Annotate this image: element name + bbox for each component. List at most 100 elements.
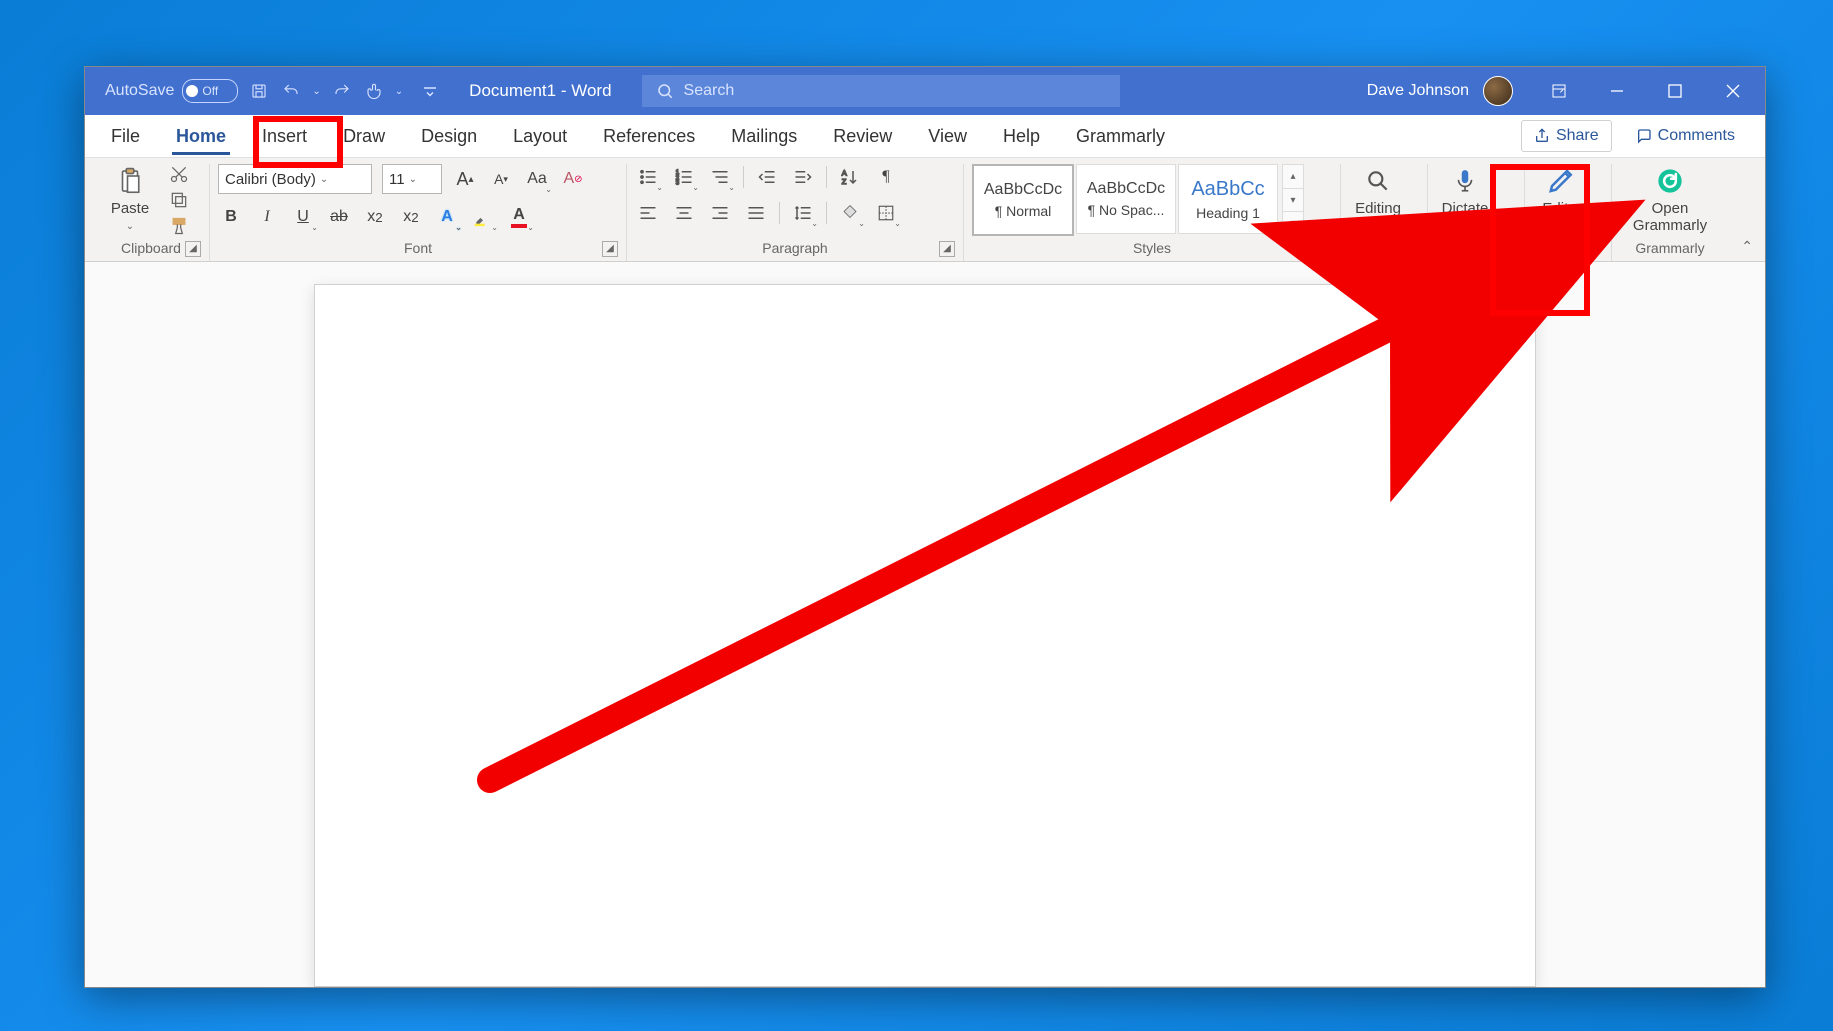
tab-draw[interactable]: Draw <box>325 115 403 157</box>
save-icon[interactable] <box>248 80 270 102</box>
tab-review[interactable]: Review <box>815 115 910 157</box>
clipboard-group-label: Clipboard <box>121 240 181 256</box>
text-effects-icon[interactable]: A⌄ <box>434 204 460 230</box>
avatar[interactable] <box>1483 76 1513 106</box>
justify-icon[interactable] <box>743 200 769 226</box>
tab-insert[interactable]: Insert <box>244 115 325 157</box>
sort-icon[interactable]: AZ <box>837 164 863 190</box>
editor-icon <box>1547 166 1577 196</box>
change-case-icon[interactable]: Aa⌄ <box>524 166 550 192</box>
search-placeholder: Search <box>684 82 735 100</box>
autosave-label: AutoSave <box>105 82 174 100</box>
highlight-icon[interactable]: ⌄ <box>470 204 496 230</box>
style-no-spacing[interactable]: AaBbCcDc¶ No Spac... <box>1076 164 1176 234</box>
svg-text:3: 3 <box>676 181 680 187</box>
bullets-icon[interactable]: ⌄ <box>635 164 661 190</box>
tab-help[interactable]: Help <box>985 115 1058 157</box>
undo-icon[interactable] <box>280 80 302 102</box>
document-area[interactable] <box>85 262 1765 988</box>
collapse-ribbon-icon[interactable]: ⌃ <box>1741 238 1753 255</box>
qat-customize-icon[interactable] <box>419 80 441 102</box>
tab-mailings[interactable]: Mailings <box>713 115 815 157</box>
close-button[interactable] <box>1709 67 1757 115</box>
copy-icon[interactable] <box>169 190 189 210</box>
minimize-button[interactable] <box>1593 67 1641 115</box>
styles-group-label: Styles <box>1133 240 1171 256</box>
editing-button[interactable]: Editing ⌄ <box>1349 164 1407 234</box>
italic-button[interactable]: I <box>254 204 280 230</box>
font-color-icon[interactable]: A⌄ <box>506 204 532 230</box>
format-painter-icon[interactable] <box>169 216 189 236</box>
cut-icon[interactable] <box>169 164 189 184</box>
increase-indent-icon[interactable] <box>790 164 816 190</box>
font-size-select[interactable]: 11⌄ <box>382 164 442 194</box>
show-paragraph-marks-icon[interactable]: ¶ <box>873 164 899 190</box>
grow-font-icon[interactable]: A▴ <box>452 166 478 192</box>
desktop-background: AutoSave Off ⌄ ⌄ Document1 - W <box>0 0 1833 1031</box>
shrink-font-icon[interactable]: A▾ <box>488 166 514 192</box>
grammarly-icon <box>1656 166 1684 196</box>
align-right-icon[interactable] <box>707 200 733 226</box>
align-left-icon[interactable] <box>635 200 661 226</box>
font-family-select[interactable]: Calibri (Body)⌄ <box>218 164 372 194</box>
subscript-button[interactable]: x2 <box>362 204 388 230</box>
search-box[interactable]: Search <box>642 75 1120 107</box>
shading-icon[interactable]: ⌄ <box>837 200 863 226</box>
ribbon-tabs: File Home Insert Draw Design Layout Refe… <box>85 115 1765 158</box>
tab-view[interactable]: View <box>910 115 985 157</box>
tab-layout[interactable]: Layout <box>495 115 585 157</box>
touch-mode-dropdown-icon[interactable]: ⌄ <box>395 86 403 97</box>
bold-button[interactable]: B <box>218 204 244 230</box>
decrease-indent-icon[interactable] <box>754 164 780 190</box>
editor-button[interactable]: Editor <box>1533 164 1591 219</box>
share-button[interactable]: Share <box>1521 120 1612 152</box>
numbering-icon[interactable]: 123⌄ <box>671 164 697 190</box>
paragraph-dialog-launcher[interactable]: ◢ <box>939 241 955 257</box>
borders-icon[interactable]: ⌄ <box>873 200 899 226</box>
open-grammarly-button[interactable]: Open Grammarly <box>1620 164 1720 237</box>
underline-button[interactable]: U⌄ <box>290 204 316 230</box>
comments-button[interactable]: Comments <box>1624 121 1747 151</box>
tab-references[interactable]: References <box>585 115 713 157</box>
line-spacing-icon[interactable]: ⌄ <box>790 200 816 226</box>
style-heading-1[interactable]: AaBbCcHeading 1 <box>1178 164 1278 234</box>
touch-mode-icon[interactable] <box>363 80 385 102</box>
paragraph-group-label: Paragraph <box>762 240 827 256</box>
editor-group-label: Editor <box>1550 240 1587 256</box>
tab-home[interactable]: Home <box>158 115 244 157</box>
autosave-toggle[interactable]: AutoSave Off <box>93 79 238 103</box>
redo-icon[interactable] <box>331 80 353 102</box>
paste-button[interactable]: Paste ⌄ <box>101 164 159 234</box>
document-title: Document1 - Word <box>469 81 611 101</box>
multilevel-list-icon[interactable]: ⌄ <box>707 164 733 190</box>
ribbon-home: Paste ⌄ Clipboard◢ Calibri (Body)⌄ <box>85 158 1765 262</box>
dictate-button[interactable]: Dictate ⌄ <box>1436 164 1494 234</box>
maximize-button[interactable] <box>1651 67 1699 115</box>
tab-design[interactable]: Design <box>403 115 495 157</box>
strikethrough-button[interactable]: ab <box>326 204 352 230</box>
style-normal[interactable]: AaBbCcDc¶ Normal <box>972 164 1074 236</box>
tab-grammarly[interactable]: Grammarly <box>1058 115 1183 157</box>
styles-scroll-up[interactable]: ▴ <box>1283 165 1303 189</box>
superscript-button[interactable]: x2 <box>398 204 424 230</box>
grammarly-group-label: Grammarly <box>1635 240 1704 256</box>
ribbon-display-options-icon[interactable] <box>1535 67 1583 115</box>
tab-file[interactable]: File <box>93 115 158 157</box>
title-bar: AutoSave Off ⌄ ⌄ Document1 - W <box>85 67 1765 115</box>
microphone-icon <box>1452 166 1478 196</box>
styles-gallery[interactable]: AaBbCcDc¶ Normal AaBbCcDc¶ No Spac... Aa… <box>972 164 1304 236</box>
autosave-switch[interactable]: Off <box>182 79 238 103</box>
clear-formatting-icon[interactable]: A⊘ <box>560 166 586 192</box>
user-name[interactable]: Dave Johnson <box>1367 82 1469 100</box>
clipboard-icon <box>113 166 147 196</box>
font-group-label: Font <box>404 240 432 256</box>
document-page[interactable] <box>314 284 1536 988</box>
font-dialog-launcher[interactable]: ◢ <box>602 241 618 257</box>
align-center-icon[interactable] <box>671 200 697 226</box>
styles-scroll-down[interactable]: ▾ <box>1283 189 1303 213</box>
undo-dropdown-icon[interactable]: ⌄ <box>312 86 320 97</box>
share-icon <box>1534 128 1550 144</box>
clipboard-dialog-launcher[interactable]: ◢ <box>185 241 201 257</box>
styles-expand[interactable]: ▿ <box>1283 212 1303 235</box>
styles-dialog-launcher[interactable]: ◢ <box>1316 241 1332 257</box>
